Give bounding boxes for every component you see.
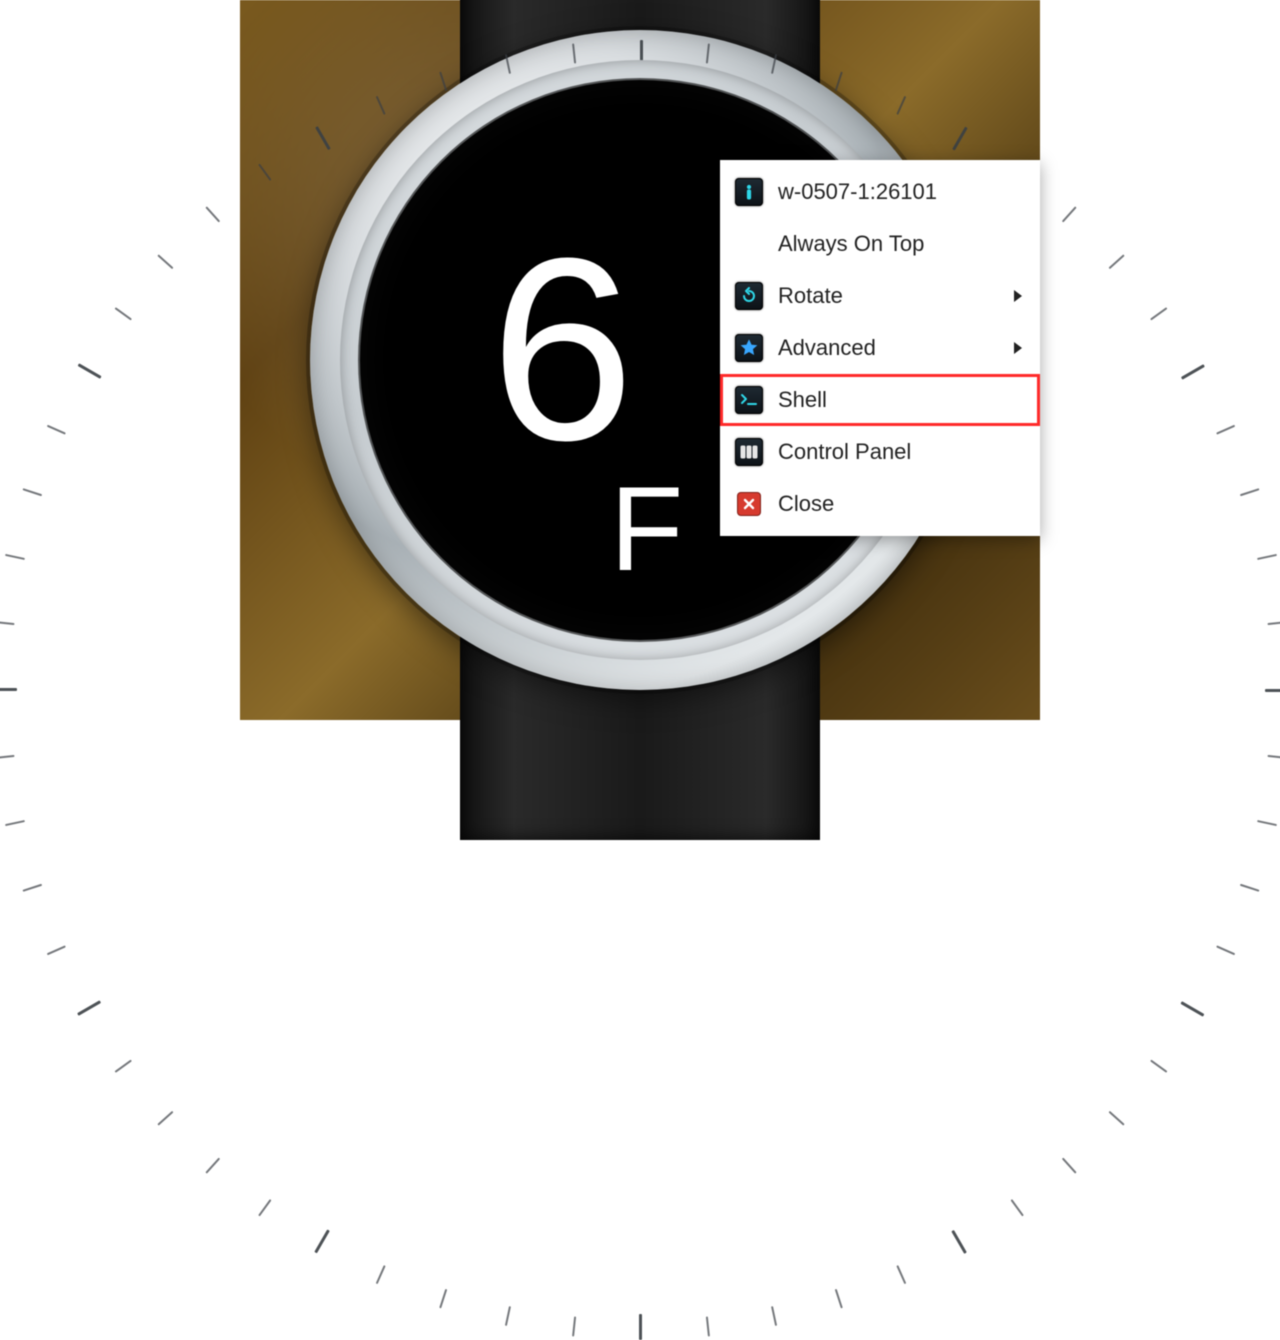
- menu-item-always-on-top[interactable]: Always On Top: [720, 218, 1040, 270]
- submenu-arrow-icon: [1014, 342, 1022, 354]
- menu-item-rotate[interactable]: Rotate: [720, 270, 1040, 322]
- menu-item-shell[interactable]: Shell: [720, 374, 1040, 426]
- menu-item-label: Shell: [778, 387, 1026, 413]
- star-icon: [734, 333, 764, 363]
- watchface-hour-digit: 6: [490, 220, 635, 480]
- menu-item-label: Always On Top: [778, 231, 1026, 257]
- menu-item-label: Rotate: [778, 283, 1000, 309]
- close-icon: [734, 489, 764, 519]
- emulator-stage: 6 M F w-0507-1:26101 Always On Top: [240, 0, 1040, 720]
- info-icon: [734, 177, 764, 207]
- menu-item-label: Advanced: [778, 335, 1000, 361]
- menu-item-advanced[interactable]: Advanced: [720, 322, 1040, 374]
- menu-item-control-panel[interactable]: Control Panel: [720, 426, 1040, 478]
- menu-item-label: Control Panel: [778, 439, 1026, 465]
- emulator-context-menu: w-0507-1:26101 Always On Top Rotate Ad: [720, 160, 1040, 536]
- menu-item-label: w-0507-1:26101: [778, 179, 1026, 205]
- menu-item-label: Close: [778, 491, 1026, 517]
- menu-item-info[interactable]: w-0507-1:26101: [720, 166, 1040, 218]
- rotate-icon: [734, 281, 764, 311]
- submenu-arrow-icon: [1014, 290, 1022, 302]
- menu-item-close[interactable]: Close: [720, 478, 1040, 530]
- terminal-icon: [734, 385, 764, 415]
- watchface-day-fragment: F: [610, 460, 683, 598]
- sliders-icon: [734, 437, 764, 467]
